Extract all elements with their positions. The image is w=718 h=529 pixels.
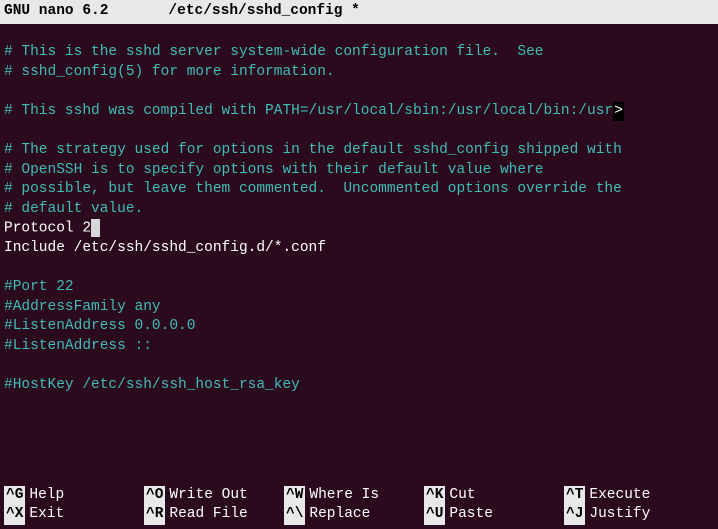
file-line: #ListenAddress ::	[4, 337, 714, 357]
shortcut-help[interactable]: ^GHelp	[4, 486, 144, 506]
editor-area[interactable]: # This is the sshd server system-wide co…	[0, 24, 718, 396]
shortcut-bar: ^GHelp ^OWrite Out ^WWhere Is ^KCut ^TEx…	[4, 486, 714, 525]
file-line: # sshd_config(5) for more information.	[4, 63, 714, 83]
truncation-indicator: >	[613, 102, 624, 122]
shortcut-readfile[interactable]: ^RRead File	[144, 505, 284, 525]
file-line: # This is the sshd server system-wide co…	[4, 43, 714, 63]
shortcut-whereis[interactable]: ^WWhere Is	[284, 486, 424, 506]
file-line: Include /etc/ssh/sshd_config.d/*.conf	[4, 239, 714, 259]
file-line: Protocol 2	[4, 219, 714, 239]
cursor	[91, 219, 100, 236]
file-line: #ListenAddress 0.0.0.0	[4, 317, 714, 337]
shortcut-justify[interactable]: ^JJustify	[564, 505, 704, 525]
file-line: # possible, but leave them commented. Un…	[4, 180, 714, 200]
shortcut-exit[interactable]: ^XExit	[4, 505, 144, 525]
file-line: # default value.	[4, 200, 714, 220]
file-line: #HostKey /etc/ssh/ssh_host_rsa_key	[4, 376, 714, 396]
shortcut-execute[interactable]: ^TExecute	[564, 486, 704, 506]
file-line: # OpenSSH is to specify options with the…	[4, 161, 714, 181]
file-line: #AddressFamily any	[4, 298, 714, 318]
titlebar: GNU nano 6.2 /etc/ssh/sshd_config *	[0, 0, 718, 24]
shortcut-cut[interactable]: ^KCut	[424, 486, 564, 506]
shortcut-replace[interactable]: ^\Replace	[284, 505, 424, 525]
file-line: # The strategy used for options in the d…	[4, 141, 714, 161]
shortcut-writeout[interactable]: ^OWrite Out	[144, 486, 284, 506]
app-name: GNU nano 6.2	[4, 2, 168, 22]
file-line: # This sshd was compiled with PATH=/usr/…	[4, 102, 714, 122]
shortcut-paste[interactable]: ^UPaste	[424, 505, 564, 525]
file-path: /etc/ssh/sshd_config *	[168, 2, 714, 22]
file-line: #Port 22	[4, 278, 714, 298]
